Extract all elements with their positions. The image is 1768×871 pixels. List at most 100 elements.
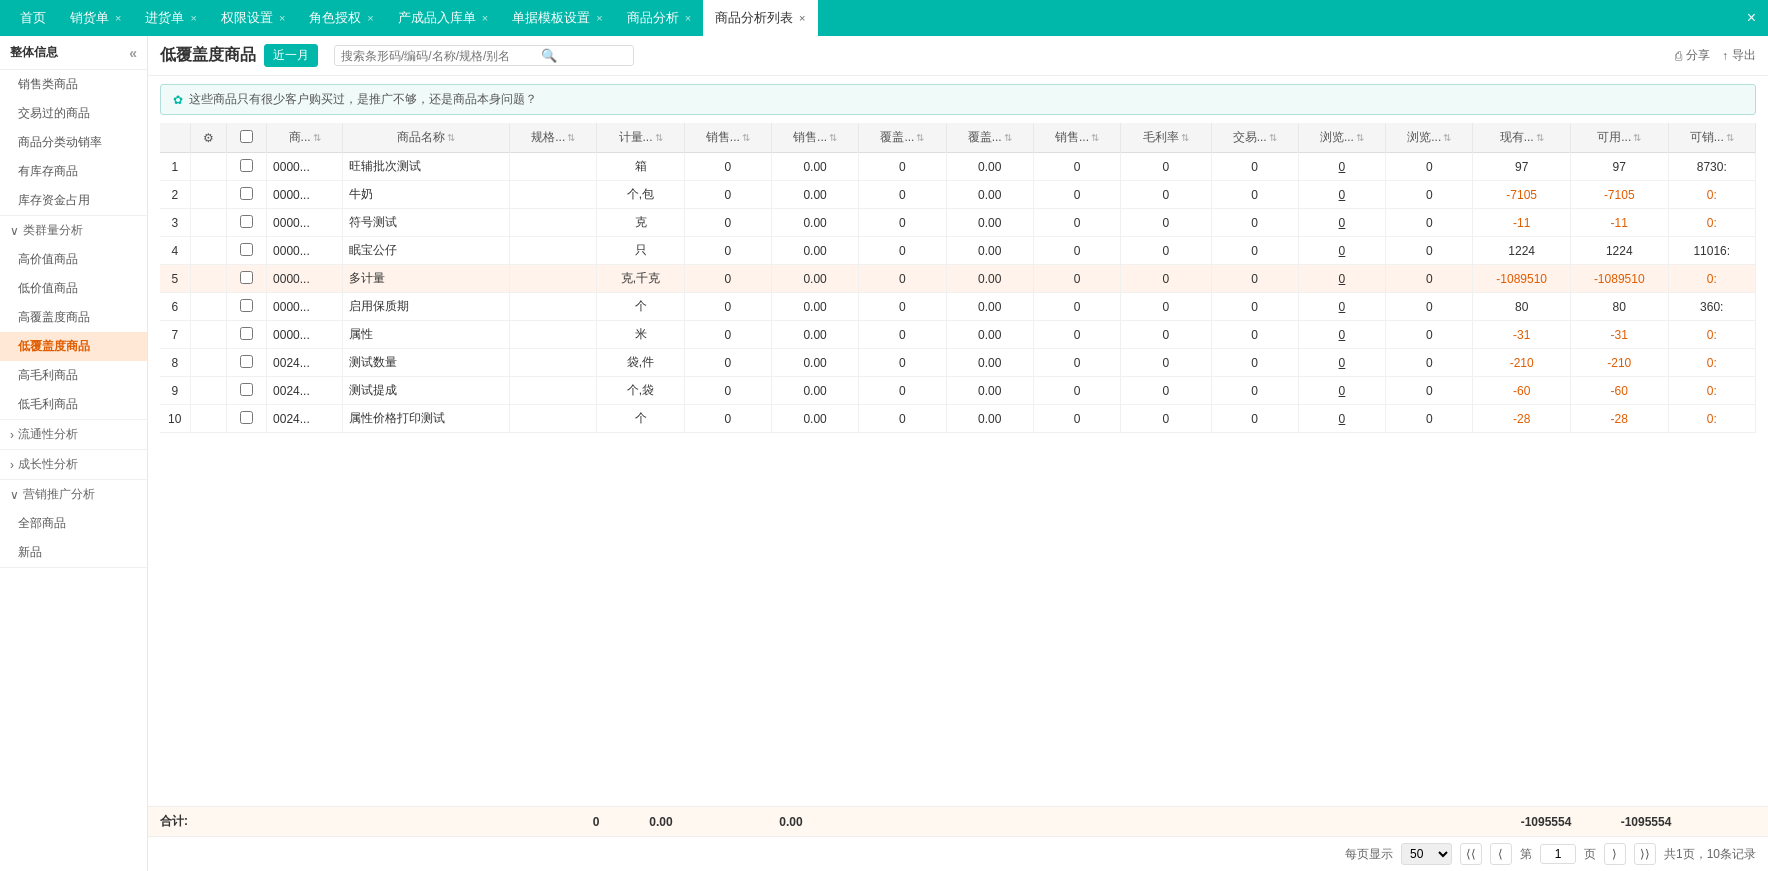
row-sales-qty: 0 [684,321,771,349]
col-spec[interactable]: 规格...⇅ [510,123,597,153]
close-icon[interactable]: × [115,12,121,24]
row-settings[interactable] [190,405,227,433]
prev-page-button[interactable]: ⟨ [1490,843,1512,865]
col-unit[interactable]: 计量...⇅ [597,123,684,153]
row-checkbox[interactable] [227,153,267,181]
last-page-button[interactable]: ⟩⟩ [1634,843,1656,865]
col-settings[interactable]: ⚙ [190,123,227,153]
close-icon[interactable]: × [367,12,373,24]
row-browse1[interactable]: 0 [1298,293,1385,321]
row-settings[interactable] [190,237,227,265]
row-checkbox[interactable] [227,405,267,433]
sidebar-item-stock-capital[interactable]: 库存资金占用 [0,186,147,215]
col-sellable[interactable]: 可销...⇅ [1668,123,1755,153]
row-gross-margin: 0 [1121,237,1211,265]
sidebar-item-high-value[interactable]: 高价值商品 [0,245,147,274]
row-checkbox[interactable] [227,265,267,293]
row-browse1[interactable]: 0 [1298,405,1385,433]
col-coverage1[interactable]: 覆盖...⇅ [859,123,946,153]
sidebar-item-low-coverage[interactable]: 低覆盖度商品 [0,332,147,361]
row-settings[interactable] [190,321,227,349]
sidebar-section-title-circulation[interactable]: › 流通性分析 [0,420,147,449]
col-coverage2[interactable]: 覆盖...⇅ [946,123,1033,153]
col-available[interactable]: 可用...⇅ [1570,123,1668,153]
col-transaction[interactable]: 交易...⇅ [1211,123,1298,153]
row-no: 9 [160,377,190,405]
nav-tab-permission[interactable]: 权限设置 × [209,0,297,36]
row-browse1[interactable]: 0 [1298,265,1385,293]
col-sales3[interactable]: 销售...⇅ [1033,123,1120,153]
sidebar-section-title-marketing[interactable]: ∨ 营销推广分析 [0,480,147,509]
sidebar-item-high-coverage[interactable]: 高覆盖度商品 [0,303,147,332]
col-current-stock[interactable]: 现有...⇅ [1473,123,1571,153]
nav-tab-product-in[interactable]: 产成品入库单 × [386,0,500,36]
row-browse1[interactable]: 0 [1298,153,1385,181]
filter-recent-month-button[interactable]: 近一月 [264,44,318,67]
search-input[interactable] [341,49,541,63]
close-icon[interactable]: × [596,12,602,24]
row-settings[interactable] [190,209,227,237]
sidebar-section-title-group[interactable]: ∨ 类群量分析 [0,216,147,245]
row-current-stock: -28 [1473,405,1571,433]
row-settings[interactable] [190,349,227,377]
sidebar-item-low-value[interactable]: 低价值商品 [0,274,147,303]
sidebar-item-traded-goods[interactable]: 交易过的商品 [0,99,147,128]
page-input[interactable] [1540,844,1576,864]
search-icon[interactable]: 🔍 [541,48,557,63]
nav-tab-template[interactable]: 单据模板设置 × [500,0,614,36]
close-icon[interactable]: × [279,12,285,24]
row-browse1[interactable]: 0 [1298,321,1385,349]
close-icon[interactable]: × [685,12,691,24]
sidebar-item-category-rate[interactable]: 商品分类动销率 [0,128,147,157]
next-page-button[interactable]: ⟩ [1604,843,1626,865]
footer-sales-amount: 0.00 [626,815,696,829]
row-browse1[interactable]: 0 [1298,237,1385,265]
sidebar-item-new-goods[interactable]: 新品 [0,538,147,567]
sidebar-item-low-profit[interactable]: 低毛利商品 [0,390,147,419]
close-all-button[interactable]: × [1747,9,1756,27]
sidebar-section-title-growth[interactable]: › 成长性分析 [0,450,147,479]
row-settings[interactable] [190,377,227,405]
col-sales-amount[interactable]: 销售...⇅ [771,123,858,153]
nav-tab-analysis[interactable]: 商品分析 × [615,0,703,36]
row-checkbox[interactable] [227,181,267,209]
nav-tab-role[interactable]: 角色授权 × [297,0,385,36]
nav-tab-purchase[interactable]: 进货单 × [133,0,208,36]
row-checkbox[interactable] [227,349,267,377]
export-button[interactable]: ↑ 导出 [1722,47,1756,64]
page-size-select[interactable]: 50 100 200 [1401,843,1452,865]
share-button[interactable]: ⎙ 分享 [1675,47,1710,64]
row-checkbox[interactable] [227,209,267,237]
collapse-icon[interactable]: « [129,45,137,61]
first-page-button[interactable]: ⟨⟨ [1460,843,1482,865]
col-browse1[interactable]: 浏览...⇅ [1298,123,1385,153]
col-name[interactable]: 商品名称⇅ [343,123,510,153]
row-checkbox[interactable] [227,377,267,405]
row-settings[interactable] [190,153,227,181]
close-icon[interactable]: × [482,12,488,24]
sidebar-item-high-profit[interactable]: 高毛利商品 [0,361,147,390]
row-checkbox[interactable] [227,293,267,321]
nav-tab-sales[interactable]: 销货单 × [58,0,133,36]
col-code[interactable]: 商...⇅ [267,123,343,153]
nav-tab-analysis-list[interactable]: 商品分析列表 × [703,0,817,36]
close-icon[interactable]: × [190,12,196,24]
sidebar-item-stock-goods[interactable]: 有库存商品 [0,157,147,186]
sidebar-item-sales-goods[interactable]: 销售类商品 [0,70,147,99]
nav-tab-home[interactable]: 首页 [8,0,58,36]
sidebar-item-all-goods[interactable]: 全部商品 [0,509,147,538]
row-settings[interactable] [190,265,227,293]
row-browse1[interactable]: 0 [1298,209,1385,237]
row-checkbox[interactable] [227,321,267,349]
row-settings[interactable] [190,293,227,321]
col-browse2[interactable]: 浏览...⇅ [1386,123,1473,153]
col-gross-margin[interactable]: 毛利率⇅ [1121,123,1211,153]
row-settings[interactable] [190,181,227,209]
row-checkbox[interactable] [227,237,267,265]
col-sales-qty[interactable]: 销售...⇅ [684,123,771,153]
row-browse1[interactable]: 0 [1298,349,1385,377]
close-icon[interactable]: × [799,12,805,24]
row-browse1[interactable]: 0 [1298,181,1385,209]
select-all-checkbox[interactable] [240,130,253,143]
row-browse1[interactable]: 0 [1298,377,1385,405]
